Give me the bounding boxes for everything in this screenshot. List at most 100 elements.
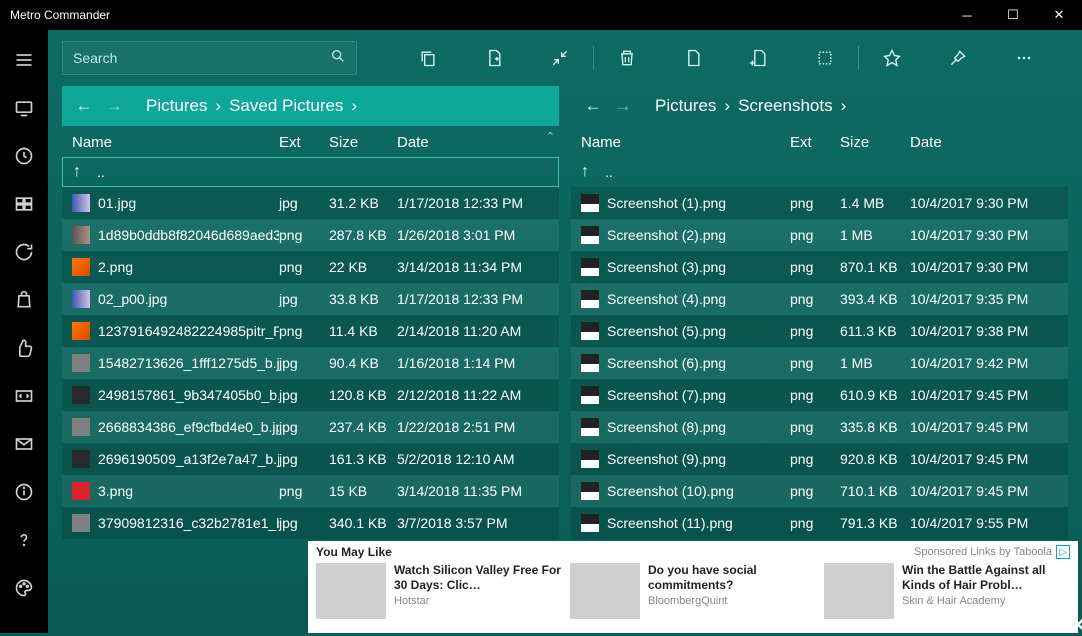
file-row[interactable]: Screenshot (8).pngpng335.8 KB10/4/2017 9…	[571, 411, 1068, 443]
ad-headline: Win the Battle Against all Kinds of Hair…	[902, 563, 1070, 593]
file-size: 791.3 KB	[840, 515, 910, 531]
clock-icon[interactable]	[0, 132, 48, 180]
file-size: 33.8 KB	[329, 291, 397, 307]
column-headers: Name Ext Size Date ⌃	[62, 126, 559, 157]
search-input[interactable]	[73, 50, 330, 66]
file-row[interactable]: 2696190509_a13f2e7a47_b.jpgjpg161.3 KB5/…	[62, 443, 559, 475]
file-size: 11.4 KB	[329, 323, 397, 339]
file-date: 1/17/2018 12:33 PM	[397, 291, 549, 307]
bag-icon[interactable]	[0, 276, 48, 324]
ad-banner: You May Like Sponsored Links by Taboola▷…	[308, 541, 1078, 633]
file-row[interactable]: Screenshot (1).pngpng1.4 MB10/4/2017 9:3…	[571, 187, 1068, 219]
file-row[interactable]: 2668834386_ef9cfbd4e0_b.jpgjpg237.4 KB1/…	[62, 411, 559, 443]
monitor-icon[interactable]	[0, 84, 48, 132]
new-file-button[interactable]	[660, 38, 726, 78]
up-label: ..	[605, 164, 1058, 180]
ad-source: Hotstar	[394, 595, 562, 609]
file-date: 10/4/2017 9:30 PM	[910, 259, 1058, 275]
sync-icon[interactable]	[0, 228, 48, 276]
ad-image	[316, 563, 386, 619]
file-row[interactable]: 01.jpgjpg31.2 KB1/17/2018 12:33 PM	[62, 187, 559, 219]
ad-close-button[interactable]: ✕	[1068, 615, 1082, 635]
file-thumbnail	[72, 290, 90, 308]
forward-button[interactable]: →	[102, 96, 126, 116]
delete-button[interactable]	[594, 38, 660, 78]
mail-icon[interactable]	[0, 420, 48, 468]
file-row[interactable]: Screenshot (11).pngpng791.3 KB10/4/2017 …	[571, 507, 1068, 539]
new-folder-button[interactable]	[726, 38, 792, 78]
palette-icon[interactable]	[0, 564, 48, 612]
file-ext: png	[790, 515, 840, 531]
transfer-icon[interactable]	[0, 372, 48, 420]
breadcrumb-part[interactable]: Saved Pictures	[229, 96, 343, 116]
more-button[interactable]	[991, 38, 1057, 78]
file-row[interactable]: 37909812316_c32b2781e1_b.jpgjpg340.1 KB3…	[62, 507, 559, 539]
col-date[interactable]: Date	[397, 134, 549, 151]
file-name: 12379164924822249​85pitr_Patch_i	[98, 323, 279, 339]
file-date: 10/4/2017 9:55 PM	[910, 515, 1058, 531]
file-row[interactable]: 2.pngpng22 KB3/14/2018 11:34 PM	[62, 251, 559, 283]
file-name: Screenshot (10).png	[607, 483, 790, 499]
breadcrumb-part[interactable]: Screenshots	[738, 96, 833, 116]
col-ext[interactable]: Ext	[790, 134, 840, 151]
window-close-button[interactable]: ✕	[1036, 0, 1082, 30]
file-row[interactable]: Screenshot (5).pngpng611.3 KB10/4/2017 9…	[571, 315, 1068, 347]
ad-headline: Watch Silicon Valley Free For 30 Days: C…	[394, 563, 562, 593]
file-row[interactable]: Screenshot (10).pngpng710.1 KB10/4/2017 …	[571, 475, 1068, 507]
file-row[interactable]: Screenshot (4).pngpng393.4 KB10/4/2017 9…	[571, 283, 1068, 315]
file-size: 1.4 MB	[840, 195, 910, 211]
compress-button[interactable]	[527, 38, 593, 78]
parent-dir-row[interactable]: ↑..	[62, 157, 559, 187]
col-name[interactable]: Name	[581, 134, 790, 151]
back-button[interactable]: ←	[72, 96, 96, 116]
breadcrumb-part[interactable]: Pictures	[146, 96, 207, 116]
window-maximize-button[interactable]: ☐	[990, 0, 1036, 30]
col-date[interactable]: Date	[910, 134, 1058, 151]
file-row[interactable]: 12379164924822249​85pitr_Patch_ipng11.4 …	[62, 315, 559, 347]
up-arrow-icon: ↑	[581, 163, 599, 181]
breadcrumb-part[interactable]: Pictures	[655, 96, 716, 116]
info-icon[interactable]	[0, 468, 48, 516]
file-row[interactable]: 2498157861_9b347405b0_b.jpgjpg120.8 KB2/…	[62, 379, 559, 411]
ad-card[interactable]: Do you have social commitments?Bloomberg…	[570, 563, 816, 619]
scroll-up-icon[interactable]: ⌃	[546, 130, 555, 143]
help-icon[interactable]	[0, 516, 48, 564]
favorite-button[interactable]	[859, 38, 925, 78]
file-thumbnail	[72, 226, 90, 244]
file-row[interactable]: 02_p00.jpgjpg33.8 KB1/17/2018 12:33 PM	[62, 283, 559, 315]
file-row[interactable]: Screenshot (9).pngpng920.8 KB10/4/2017 9…	[571, 443, 1068, 475]
file-row[interactable]: Screenshot (7).pngpng610.9 KB10/4/2017 9…	[571, 379, 1068, 411]
forward-button[interactable]: →	[611, 96, 635, 116]
copy-button[interactable]	[395, 38, 461, 78]
file-row[interactable]: 15482713626_1fff1275d5_b.jpgjpg90.4 KB1/…	[62, 347, 559, 379]
search-icon[interactable]	[330, 48, 346, 69]
file-row[interactable]: Screenshot (6).pngpng1 MB10/4/2017 9:42 …	[571, 347, 1068, 379]
ad-next-icon[interactable]: ▷	[1056, 545, 1070, 559]
thumbs-up-icon[interactable]	[0, 324, 48, 372]
file-row[interactable]: 1d89b0ddb8f82046d689aed32adfpng287.8 KB1…	[62, 219, 559, 251]
file-row[interactable]: 3.pngpng15 KB3/14/2018 11:35 PM	[62, 475, 559, 507]
pin-button[interactable]	[925, 38, 991, 78]
col-name[interactable]: Name	[72, 134, 279, 151]
col-ext[interactable]: Ext	[279, 134, 329, 151]
col-size[interactable]: Size	[329, 134, 397, 151]
hamburger-icon[interactable]	[0, 36, 48, 84]
ad-card[interactable]: Win the Battle Against all Kinds of Hair…	[824, 563, 1070, 619]
file-ext: png	[790, 259, 840, 275]
move-button[interactable]	[461, 38, 527, 78]
parent-dir-row[interactable]: ↑..	[571, 157, 1068, 187]
select-button[interactable]	[792, 38, 858, 78]
ad-sponsored[interactable]: Sponsored Links by Taboola	[914, 546, 1052, 558]
windows-icon[interactable]	[0, 180, 48, 228]
file-row[interactable]: Screenshot (3).pngpng870.1 KB10/4/2017 9…	[571, 251, 1068, 283]
window-minimize-button[interactable]: ─	[944, 0, 990, 30]
back-button[interactable]: ←	[581, 96, 605, 116]
ad-card[interactable]: Watch Silicon Valley Free For 30 Days: C…	[316, 563, 562, 619]
file-name: Screenshot (7).png	[607, 387, 790, 403]
file-row[interactable]: Screenshot (2).pngpng1 MB10/4/2017 9:30 …	[571, 219, 1068, 251]
col-size[interactable]: Size	[840, 134, 910, 151]
search-box[interactable]	[62, 41, 357, 75]
file-name: Screenshot (1).png	[607, 195, 790, 211]
file-thumbnail	[581, 514, 599, 532]
file-date: 3/14/2018 11:35 PM	[397, 483, 549, 499]
